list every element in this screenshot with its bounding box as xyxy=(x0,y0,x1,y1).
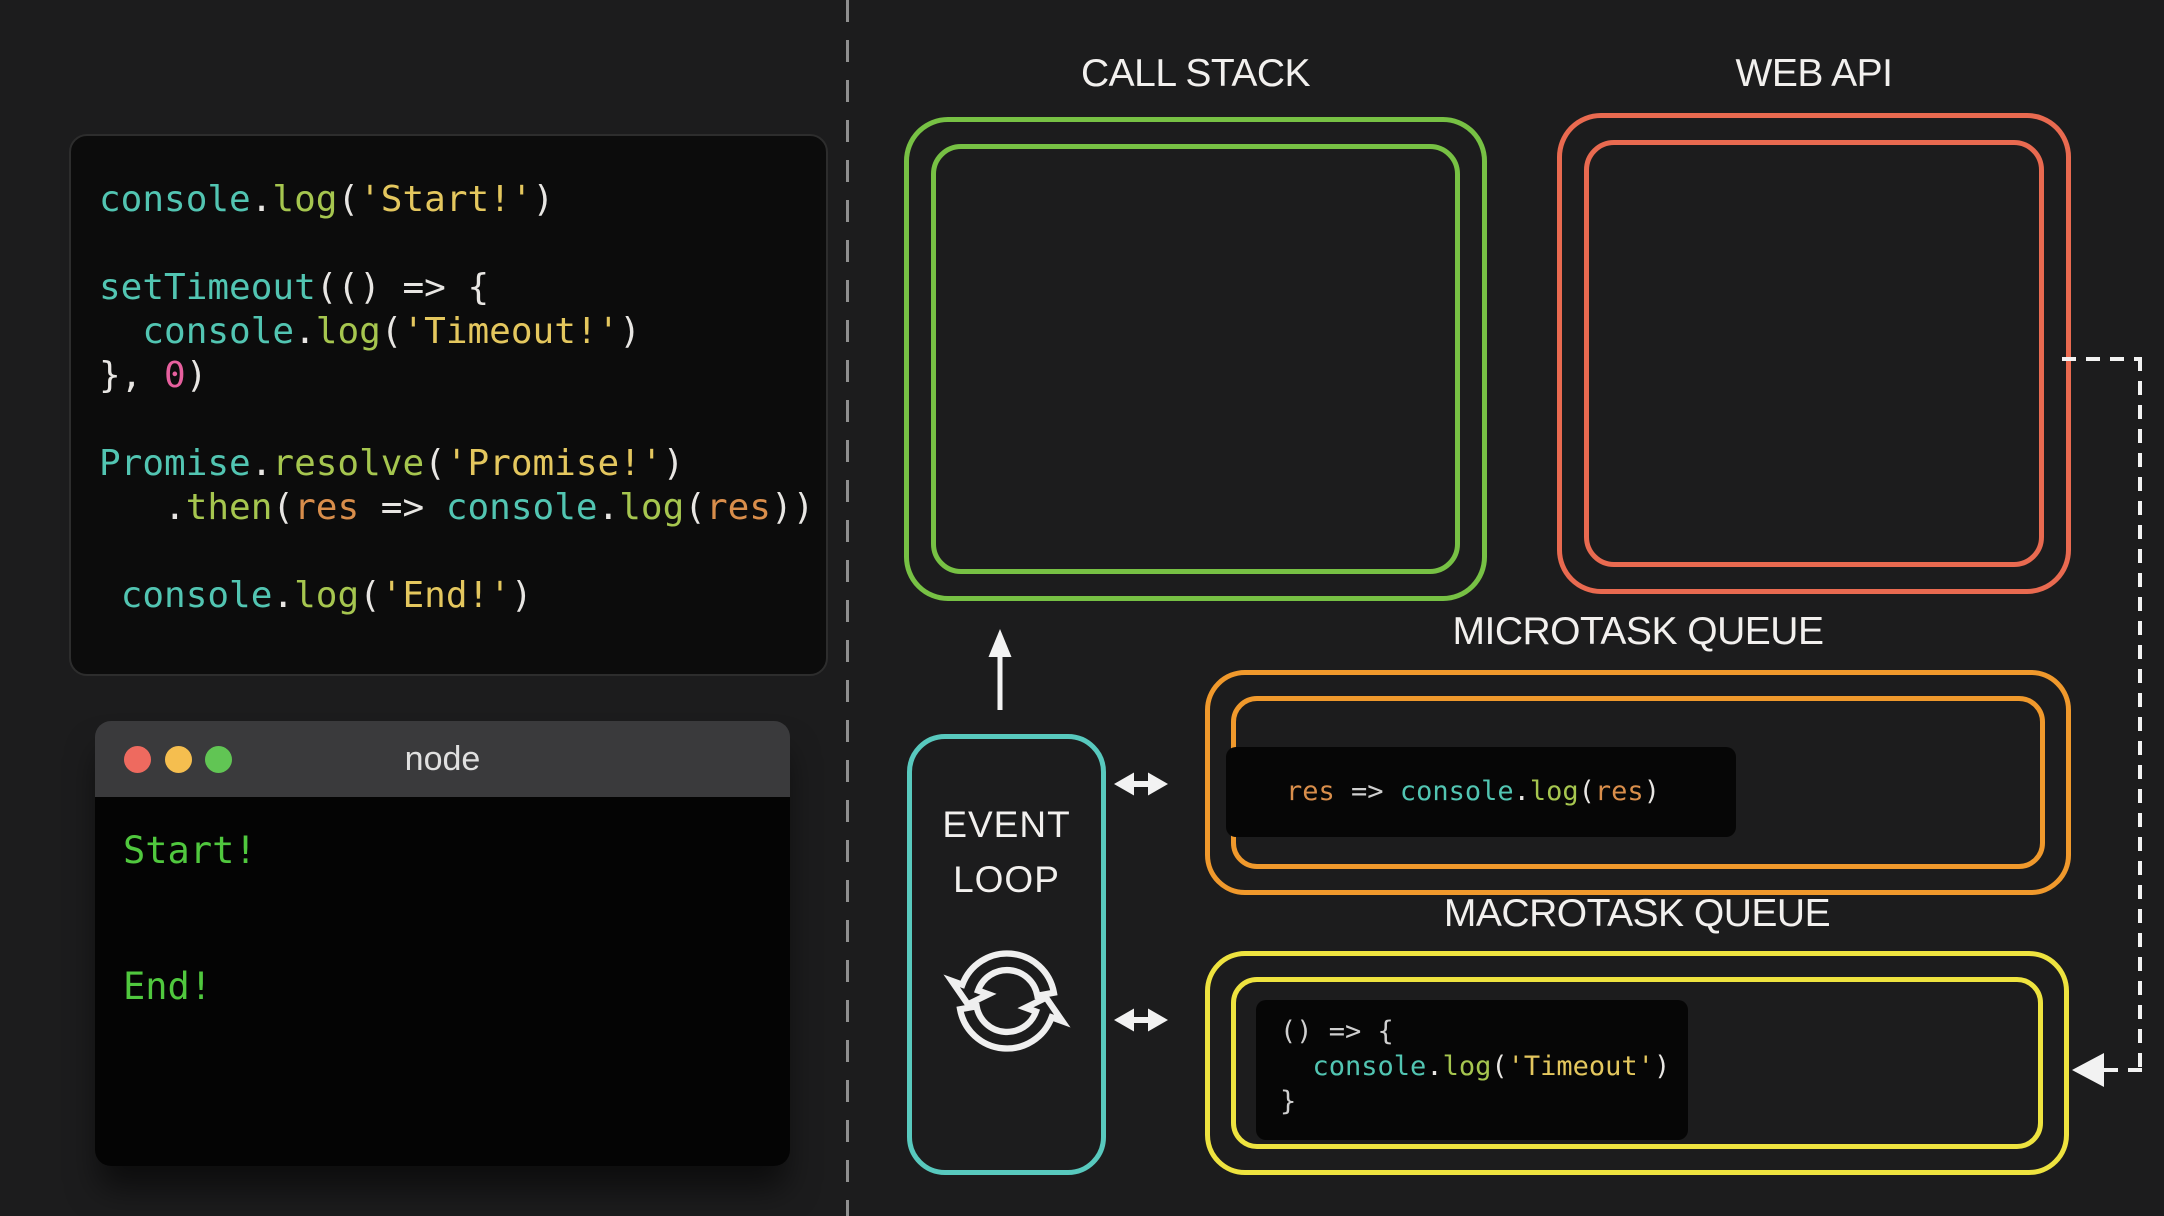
code-line: setTimeout(() => { xyxy=(99,267,490,308)
sync-cycle-icon xyxy=(942,950,1071,1052)
macrotask-queue-title: MACROTASK QUEUE xyxy=(1443,892,1831,935)
call-stack-box-inner-border xyxy=(931,144,1460,574)
terminal-title: node xyxy=(404,740,481,778)
webapi-to-macrotask-dashed-line-bottom xyxy=(2104,1068,2142,1072)
code-line: Start! xyxy=(123,829,257,872)
web-api-box xyxy=(1557,113,2071,594)
code-line: }, 0) xyxy=(99,355,208,396)
code-line: console.log('Start!') xyxy=(99,179,555,220)
code-line: console.log('End!') xyxy=(120,575,533,616)
microtask-queue-box: res => console.log(res) xyxy=(1205,670,2071,895)
double-arrow-microtask-icon xyxy=(1114,772,1168,796)
code-line: End! xyxy=(123,965,213,1008)
double-arrow-macrotask-icon xyxy=(1114,1008,1168,1032)
code-line: res => console.log(res) xyxy=(1286,776,1660,807)
macrotask-callback-chip: () => { console.log('Timeout')} xyxy=(1256,1000,1688,1140)
section-separator-dashed-line xyxy=(846,0,849,1216)
macrotask-queue-box: () => { console.log('Timeout')} xyxy=(1205,951,2069,1175)
left-arrowhead-icon xyxy=(2072,1053,2104,1087)
terminal-output: Start! End! xyxy=(95,797,790,1166)
event-loop-diagram: console.log('Start!') setTimeout(() => {… xyxy=(0,0,2164,1216)
code-line: () => { xyxy=(1280,1016,1394,1047)
webapi-to-macrotask-dashed-line-top xyxy=(2062,357,2142,361)
code-line: Promise.resolve('Promise!') xyxy=(99,443,685,484)
code-line: .then(res => console.log(res)) xyxy=(99,487,815,528)
event-loop-label-line2: LOOP xyxy=(953,859,1060,900)
web-api-box-inner-border xyxy=(1584,140,2044,567)
event-loop-label-line1: EVENT xyxy=(942,804,1071,845)
terminal-window: node Start! End! xyxy=(95,721,790,1166)
code-block: console.log('Start!') setTimeout(() => {… xyxy=(99,178,826,618)
web-api-title: WEB API xyxy=(1735,52,1893,95)
call-stack-title: CALL STACK xyxy=(1080,52,1311,95)
macrotask-callback-code: () => { console.log('Timeout')} xyxy=(1280,1014,1688,1119)
webapi-to-macrotask-dashed-line-right xyxy=(2138,357,2142,1070)
microtask-callback-chip: res => console.log(res) xyxy=(1226,747,1736,837)
code-line: console.log('Timeout') xyxy=(1312,1051,1671,1082)
microtask-queue-title: MICROTASK QUEUE xyxy=(1452,610,1824,653)
code-line: console.log('Timeout!') xyxy=(142,311,641,352)
event-loop-label: EVENT LOOP xyxy=(912,797,1101,907)
call-stack-box xyxy=(904,117,1487,601)
code-editor-panel: console.log('Start!') setTimeout(() => {… xyxy=(69,134,828,676)
event-loop-box: EVENT LOOP xyxy=(907,734,1106,1175)
code-line: } xyxy=(1280,1086,1297,1117)
terminal-titlebar: node xyxy=(95,721,790,797)
up-arrow-icon xyxy=(988,629,1012,710)
microtask-callback-code: res => console.log(res) xyxy=(1286,774,1660,810)
terminal-output-lines: Start! End! xyxy=(123,817,790,1021)
